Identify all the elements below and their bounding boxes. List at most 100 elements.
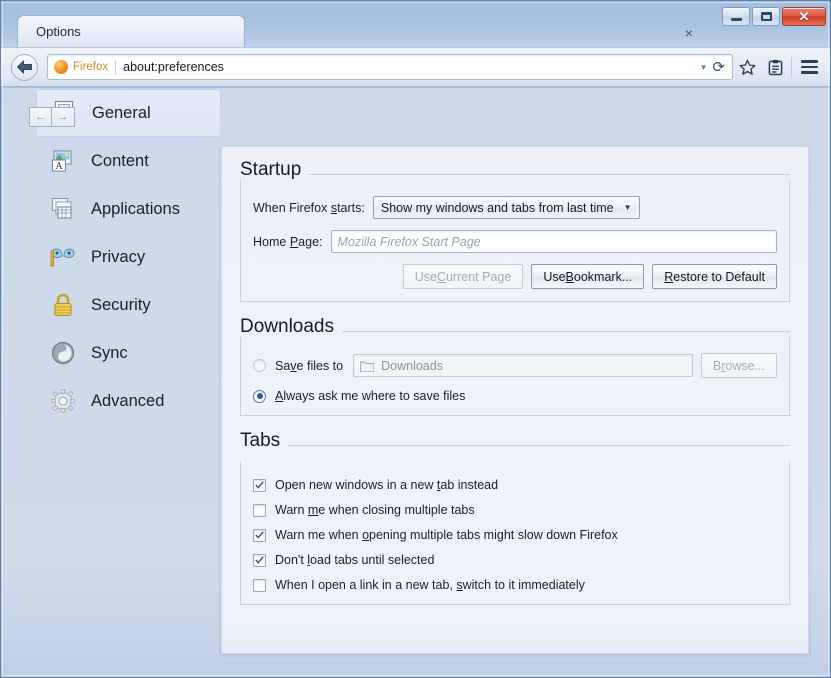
maximize-button[interactable] xyxy=(752,7,780,26)
group-divider xyxy=(342,330,790,332)
page-navigation: ← → xyxy=(29,107,75,127)
checkbox-label: When I open a link in a new tab, switch … xyxy=(275,578,585,592)
sidebar-item-label: Applications xyxy=(91,199,180,218)
home-page-input[interactable]: Mozilla Firefox Start Page xyxy=(330,230,777,253)
checkbox-box[interactable] xyxy=(253,578,266,592)
when-firefox-starts-row: When Firefox starts: Show my windows and… xyxy=(253,196,777,219)
folder-icon xyxy=(360,361,375,372)
star-icon xyxy=(739,59,755,75)
firefox-icon xyxy=(54,60,68,74)
checkbox-box[interactable] xyxy=(253,528,266,542)
navigation-toolbar: Firefox about:preferences ▼ ⟳ xyxy=(1,47,830,87)
url-text[interactable]: about:preferences xyxy=(123,60,699,74)
sidebar-item-sync[interactable]: Sync xyxy=(36,329,221,377)
sidebar-item-label: Content xyxy=(91,151,149,170)
bookmark-star-button[interactable] xyxy=(733,53,761,81)
startup-page-value: Show my windows and tabs from last time xyxy=(380,200,614,215)
chevron-down-icon[interactable]: ▼ xyxy=(700,63,708,72)
check-icon xyxy=(255,531,264,539)
tab-close-button[interactable]: × xyxy=(681,25,697,41)
advanced-icon xyxy=(48,386,78,416)
window-controls: ✕ xyxy=(722,7,826,26)
sidebar-item-security[interactable]: Security xyxy=(36,281,221,329)
url-bar[interactable]: Firefox about:preferences ▼ ⟳ xyxy=(47,54,733,80)
save-files-to-radio[interactable] xyxy=(253,359,266,372)
home-page-label: Home Page: xyxy=(253,234,323,249)
checkbox-switch-to-new-tab[interactable]: When I open a link in a new tab, switch … xyxy=(253,578,777,592)
minimize-button[interactable] xyxy=(722,7,750,26)
downloads-title: Downloads xyxy=(240,316,334,337)
sidebar-item-applications[interactable]: Applications xyxy=(36,185,221,233)
sidebar-item-content[interactable]: A Content xyxy=(36,137,221,185)
minimize-icon xyxy=(730,18,742,21)
chevron-down-icon: ▼ xyxy=(623,203,632,212)
checkbox-dont-load-tabs-until-selected[interactable]: Don't load tabs until selected xyxy=(253,553,777,567)
applications-icon xyxy=(48,194,78,224)
browse-button[interactable]: Br owse... xyxy=(700,353,777,378)
identity-separator xyxy=(115,59,117,75)
page-back-button[interactable]: ← xyxy=(29,107,52,127)
download-folder-value: Downloads xyxy=(381,358,443,373)
clipboard-icon xyxy=(768,59,782,75)
preferences-panel: Startup When Firefox starts: Show my win… xyxy=(221,146,809,654)
check-icon xyxy=(255,556,264,564)
checkbox-warn-closing-multiple-tabs[interactable]: Warn me when closing multiple tabs xyxy=(253,503,777,517)
back-button[interactable] xyxy=(11,53,38,81)
checkbox-label: Don't load tabs until selected xyxy=(275,553,435,567)
menu-icon-line xyxy=(800,71,818,74)
tabs-group-header: Tabs xyxy=(240,430,790,452)
tab-label: Options xyxy=(36,24,81,39)
tabs-group-body: Open new windows in a new tab instead Wa… xyxy=(240,462,790,605)
downloads-group-header: Downloads xyxy=(240,316,790,338)
close-icon: ✕ xyxy=(798,9,810,24)
use-bookmark-button[interactable]: Use Bookmark... xyxy=(531,264,645,289)
checkbox-box[interactable] xyxy=(253,553,266,567)
close-window-button[interactable]: ✕ xyxy=(782,7,826,26)
checkbox-warn-opening-multiple-tabs[interactable]: Warn me when opening multiple tabs might… xyxy=(253,528,777,542)
reload-icon[interactable]: ⟳ xyxy=(712,60,725,75)
startup-title: Startup xyxy=(240,159,302,180)
tabs-group: Tabs Open new windows in a new tab inste… xyxy=(240,430,790,605)
use-current-page-button[interactable]: Use Current Page xyxy=(402,264,524,289)
page-forward-button[interactable]: → xyxy=(52,107,75,127)
home-page-placeholder: Mozilla Firefox Start Page xyxy=(337,234,481,249)
startup-group-header: Startup xyxy=(240,159,790,181)
download-folder-field[interactable]: Downloads xyxy=(353,354,693,377)
checkbox-open-new-windows-in-tab[interactable]: Open new windows in a new tab instead xyxy=(253,478,777,492)
sidebar-item-privacy[interactable]: Privacy xyxy=(36,233,221,281)
sidebar-item-label: Security xyxy=(91,295,151,314)
when-firefox-starts-label: When Firefox starts: xyxy=(253,200,365,215)
browser-window: ✕ Options × Firefox about:preferences ▼ … xyxy=(0,0,831,678)
always-ask-label: Always ask me where to save files xyxy=(275,389,466,403)
group-divider xyxy=(288,444,790,446)
downloads-group: Downloads Save files to Downloads Br owse… xyxy=(240,316,790,416)
group-divider xyxy=(309,173,790,175)
back-arrow-icon xyxy=(17,60,32,74)
sidebar-item-advanced[interactable]: Advanced xyxy=(36,377,221,425)
home-page-buttons: Use Current Page Use Bookmark... Restore… xyxy=(253,264,777,289)
sync-icon xyxy=(48,338,78,368)
privacy-icon xyxy=(48,242,78,272)
home-page-row: Home Page: Mozilla Firefox Start Page xyxy=(253,230,777,253)
security-icon xyxy=(48,290,78,320)
save-files-to-label: Save files to xyxy=(275,358,344,373)
reading-list-button[interactable] xyxy=(761,53,789,81)
always-ask-radio[interactable] xyxy=(253,389,266,403)
menu-icon-line xyxy=(800,65,818,69)
save-files-to-row: Save files to Downloads Br owse... xyxy=(253,353,777,378)
restore-icon xyxy=(760,12,772,21)
checkbox-box[interactable] xyxy=(253,503,266,517)
checkbox-label: Open new windows in a new tab instead xyxy=(275,478,499,492)
menu-icon-line xyxy=(800,60,818,63)
sidebar-item-label: Advanced xyxy=(91,391,165,410)
restore-to-default-button[interactable]: Restore to Default xyxy=(652,264,777,289)
startup-group-body: When Firefox starts: Show my windows and… xyxy=(240,180,790,302)
sidebar-item-label: Sync xyxy=(91,343,128,362)
checkbox-box[interactable] xyxy=(253,478,266,492)
startup-group: Startup When Firefox starts: Show my win… xyxy=(240,159,790,302)
identity-label: Firefox xyxy=(73,61,109,73)
tab-options[interactable]: Options xyxy=(17,15,245,47)
always-ask-row: Always ask me where to save files xyxy=(253,389,777,403)
startup-page-select[interactable]: Show my windows and tabs from last time … xyxy=(372,196,640,219)
menu-button[interactable] xyxy=(794,53,824,81)
